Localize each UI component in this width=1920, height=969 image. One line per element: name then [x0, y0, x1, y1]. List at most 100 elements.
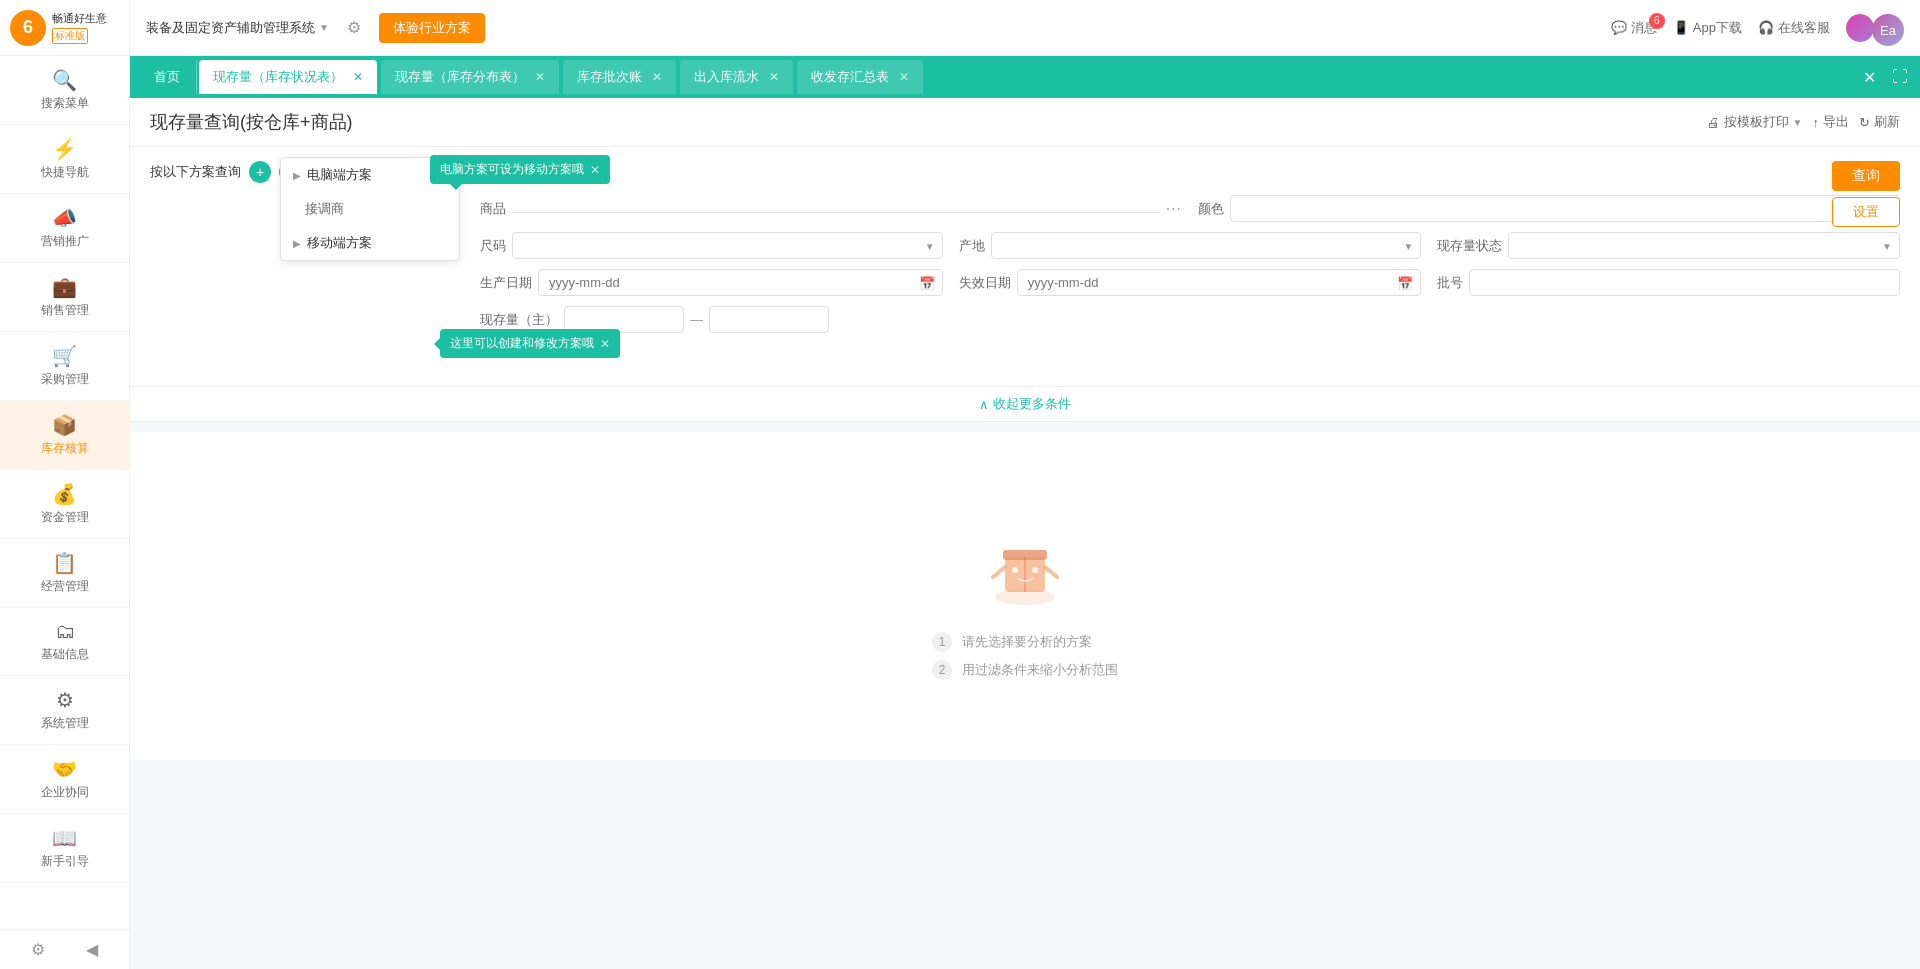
filter-field-color: 颜色 ▼: [1198, 195, 1900, 222]
sidebar-item-search[interactable]: 🔍 搜索菜单: [0, 56, 129, 125]
scheme-mobile-item[interactable]: ▶ 移动端方案: [281, 226, 459, 260]
online-service-btn[interactable]: 🎧 在线客服: [1758, 19, 1830, 37]
produce-date-cal-icon[interactable]: 📅: [919, 275, 935, 290]
origin-select[interactable]: [991, 232, 1422, 259]
filter-add-btn[interactable]: +: [249, 161, 271, 183]
user-avatar: [1846, 14, 1874, 42]
tab-close-inventory-status[interactable]: ✕: [353, 70, 363, 84]
qty-max-input[interactable]: [709, 306, 829, 333]
sidebar-item-inventory[interactable]: 📦 库存核算: [0, 401, 129, 470]
phone-icon: 📱: [1673, 20, 1689, 35]
refresh-btn[interactable]: ↻ 刷新: [1859, 113, 1900, 131]
search-nav-icon: 🔍: [52, 68, 77, 92]
tab-close-inout-flow[interactable]: ✕: [769, 70, 779, 84]
system-title-select[interactable]: 装备及固定资产辅助管理系统 ▼: [146, 19, 329, 37]
app-download-btn[interactable]: 📱 App下载: [1673, 19, 1742, 37]
expire-date-input[interactable]: [1017, 269, 1422, 296]
inventory-nav-icon: 📦: [52, 413, 77, 437]
sidebar-item-finance[interactable]: 💰 资金管理: [0, 470, 129, 539]
tab-batch-ledger[interactable]: 库存批次账 ✕: [563, 60, 676, 94]
page-title: 现存量查询(按仓库+商品): [150, 110, 353, 134]
user-area[interactable]: 用户 Ea: [1846, 14, 1904, 42]
message-btn[interactable]: 💬 消息 6: [1611, 19, 1657, 37]
system-title-text: 装备及固定资产辅助管理系统: [146, 19, 315, 37]
tab-inventory-dist[interactable]: 现存量（库存分布表） ✕: [381, 60, 559, 94]
tooltip-create-scheme: 这里可以创建和修改方案哦 ✕: [440, 329, 620, 358]
step1-text: 请先选择要分析的方案: [962, 633, 1092, 651]
tab-fullscreen-icon[interactable]: ⛶: [1888, 68, 1912, 86]
sidebar-item-label: 资金管理: [41, 509, 89, 526]
filter-field-size: 尺码 ▼: [480, 232, 943, 259]
tab-bar: 首页 现存量（库存状况表） ✕ 现存量（库存分布表） ✕ 库存批次账 ✕ 出入库…: [130, 56, 1920, 98]
batch-input[interactable]: [1469, 269, 1900, 296]
tooltip2-close[interactable]: ✕: [600, 337, 610, 351]
scheme-sub-label: 接调商: [305, 200, 344, 218]
logo-icon: 6: [10, 10, 46, 46]
sidebar-item-label: 企业协同: [41, 784, 89, 801]
content-area: 现存量查询(按仓库+商品) 🖨 按模板打印 ▼ ↑ 导出 ↻ 刷新: [130, 98, 1920, 969]
template-print-btn[interactable]: 🖨 按模板打印 ▼: [1707, 113, 1803, 131]
product-label: 商品: [480, 200, 506, 218]
header-gear-icon[interactable]: ⚙: [347, 18, 361, 37]
filter-row-3: 生产日期 📅 失效日期 📅 批号: [480, 269, 1900, 296]
scheme-sub-item[interactable]: 接调商: [281, 192, 459, 226]
color-select[interactable]: [1230, 195, 1900, 222]
size-select[interactable]: [512, 232, 943, 259]
sidebar-item-sales[interactable]: 💼 销售管理: [0, 263, 129, 332]
filter-row-1: 商品 ··· 颜色 ▼: [480, 195, 1900, 222]
sidebar-item-basic[interactable]: 🗂 基础信息: [0, 608, 129, 676]
guide-nav-icon: 📖: [52, 826, 77, 850]
product-dots[interactable]: ···: [1166, 200, 1182, 218]
nav-list: 🔍 搜索菜单 ⚡ 快捷导航 📣 营销推广 💼 销售管理 🛒 采购管理 📦 库存核…: [0, 56, 129, 929]
tab-close-inventory-dist[interactable]: ✕: [535, 70, 545, 84]
size-label: 尺码: [480, 237, 506, 255]
expire-date-cal-icon[interactable]: 📅: [1397, 275, 1413, 290]
origin-label: 产地: [959, 237, 985, 255]
quick-nav-icon: ⚡: [52, 137, 77, 161]
sidebar-item-label: 销售管理: [41, 302, 89, 319]
settings-bottom-icon[interactable]: ⚙: [31, 940, 45, 959]
qty-dash: —: [690, 312, 703, 327]
purchase-nav-icon: 🛒: [52, 344, 77, 368]
main-area: 装备及固定资产辅助管理系统 ▼ ⚙ 体验行业方案 💬 消息 6 📱 App下载 …: [130, 0, 1920, 969]
tab-collect-summary[interactable]: 收发存汇总表 ✕: [797, 60, 923, 94]
sidebar-item-system[interactable]: ⚙ 系统管理: [0, 676, 129, 745]
sidebar-item-quick[interactable]: ⚡ 快捷导航: [0, 125, 129, 194]
status-label: 现存量状态: [1437, 237, 1502, 255]
empty-illustration: [975, 512, 1075, 612]
tooltip2-text: 这里可以创建和修改方案哦: [450, 335, 594, 352]
status-select[interactable]: [1508, 232, 1900, 259]
collapse-sidebar-icon[interactable]: ◀: [86, 940, 98, 959]
color-label: 颜色: [1198, 200, 1224, 218]
export-btn[interactable]: ↑ 导出: [1813, 113, 1850, 131]
collapse-bar[interactable]: ∧ 收起更多条件: [130, 387, 1920, 422]
basic-nav-icon: 🗂: [55, 620, 75, 643]
sidebar-item-label: 搜索菜单: [41, 95, 89, 112]
collapse-up-icon: ∧: [979, 397, 989, 412]
header-right: 💬 消息 6 📱 App下载 🎧 在线客服 用户 Ea: [1611, 14, 1904, 42]
tab-inventory-status[interactable]: 现存量（库存状况表） ✕: [199, 60, 377, 94]
sidebar-item-operation[interactable]: 📋 经营管理: [0, 539, 129, 608]
app-title: 畅通好生意: [52, 11, 107, 25]
empty-steps: 1 请先选择要分析的方案 2 用过滤条件来缩小分析范围: [932, 632, 1118, 680]
query-btn[interactable]: 查询: [1832, 161, 1900, 191]
industry-btn[interactable]: 体验行业方案: [379, 13, 485, 43]
reset-btn[interactable]: 设置: [1832, 197, 1900, 227]
tooltip1-close[interactable]: ✕: [590, 163, 600, 177]
avatar-image: [1846, 14, 1874, 42]
sidebar-item-enterprise[interactable]: 🤝 企业协同: [0, 745, 129, 814]
sidebar-item-purchase[interactable]: 🛒 采购管理: [0, 332, 129, 401]
scheme-mobile-label: 移动端方案: [307, 234, 372, 252]
msg-badge: 6: [1649, 13, 1665, 29]
sidebar-item-guide[interactable]: 📖 新手引导: [0, 814, 129, 883]
batch-label: 批号: [1437, 274, 1463, 292]
tab-close-batch-ledger[interactable]: ✕: [652, 70, 662, 84]
user-avatar-text: Ea: [1872, 14, 1904, 46]
sidebar-item-marketing[interactable]: 📣 营销推广: [0, 194, 129, 263]
tab-inout-flow[interactable]: 出入库流水 ✕: [680, 60, 793, 94]
tab-close-all-icon[interactable]: ✕: [1859, 68, 1880, 87]
tab-home[interactable]: 首页: [138, 60, 197, 94]
produce-date-input[interactable]: [538, 269, 943, 296]
filter-field-batch: 批号: [1437, 269, 1900, 296]
tab-close-collect-summary[interactable]: ✕: [899, 70, 909, 84]
